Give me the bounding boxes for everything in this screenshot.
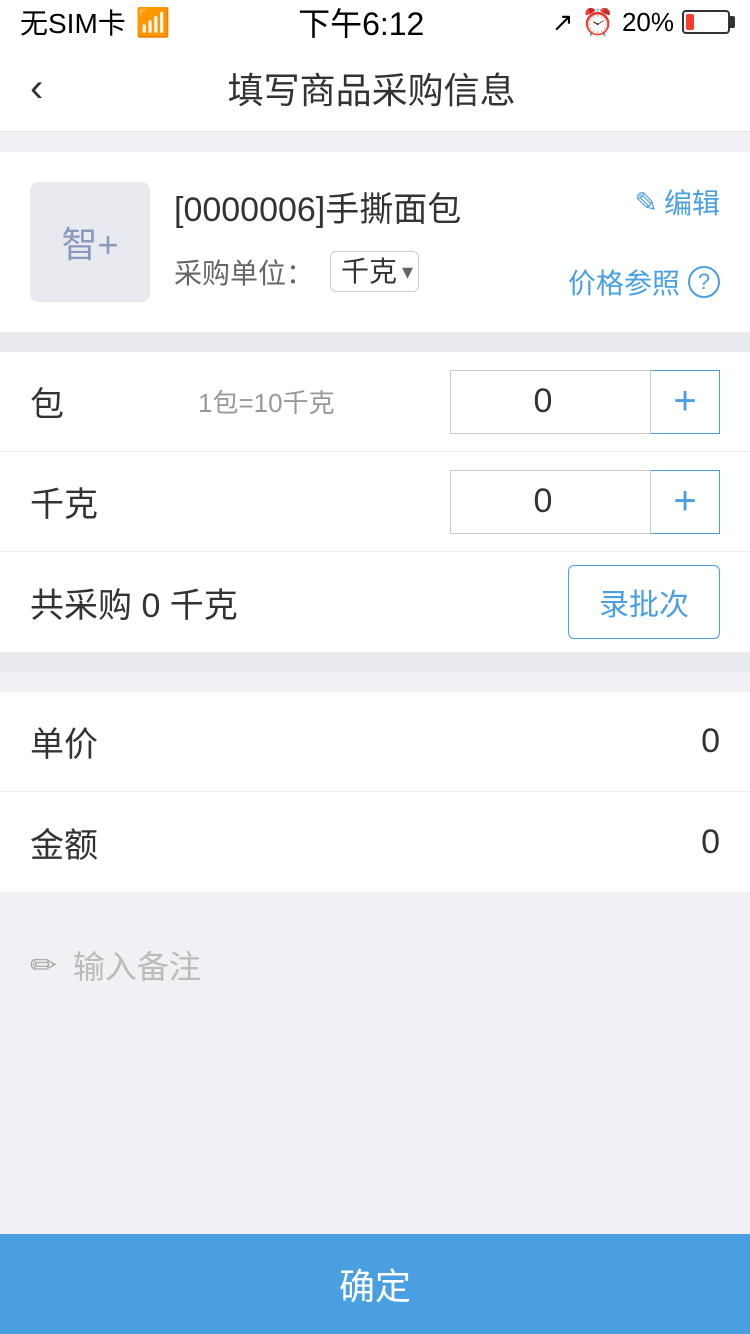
wifi-icon: 📶 [136,6,171,39]
product-image-text: 智+ [61,216,118,268]
package-sublabel: 1包=10千克 [198,383,335,420]
summary-row: 共采购 0 千克 录批次 [0,552,750,652]
alarm-icon: ⏰ [582,7,614,38]
carrier-label: 无SIM卡 [20,2,126,42]
package-row: 包 1包=10千克 + [0,352,750,452]
kilogram-quantity-box: + [450,470,720,534]
unit-price-row: 单价 0 [0,692,750,792]
unit-select-wrap[interactable]: 千克 [330,251,419,292]
batch-button[interactable]: 录批次 [568,565,720,639]
product-image: 智+ [30,182,150,302]
amount-row: 金额 0 [0,792,750,892]
status-right: ↗ ⏰ 20% [552,7,730,38]
unit-price-value: 0 [701,722,720,761]
back-button[interactable]: ‹ [30,68,43,108]
input-section: 包 1包=10千克 + 千克 + [0,352,750,552]
divider-2 [0,652,750,672]
package-quantity-box: + [450,370,720,434]
time-label: 下午6:12 [298,0,424,45]
unit-price-label: 单价 [30,717,701,766]
status-left: 无SIM卡 📶 [20,2,171,42]
confirm-label: 确定 [339,1258,411,1310]
divider-1 [0,332,750,352]
package-label: 包 [30,377,190,426]
kilogram-input[interactable] [450,470,650,534]
summary-text: 共采购 0 千克 [30,578,568,627]
amount-value: 0 [701,823,720,862]
amount-label: 金额 [30,818,701,867]
battery-icon [682,10,730,34]
notes-section[interactable]: ✏ 输入备注 [0,912,750,1018]
package-input[interactable] [450,370,650,434]
price-ref-button[interactable]: 价格参照 ? [568,262,720,302]
price-section: 单价 0 金额 0 [0,692,750,892]
product-card: 智+ [0000006]手撕面包 采购单位： 千克 ✎ 编辑 价格参照 ? [0,152,750,332]
edit-icon: ✎ [635,186,658,219]
kilogram-label: 千克 [30,477,190,526]
unit-label: 采购单位： [174,252,314,292]
notes-placeholder: 输入备注 [73,942,201,988]
package-plus-button[interactable]: + [650,370,720,434]
page-title: 填写商品采购信息 [63,62,680,114]
location-icon: ↗ [552,7,574,38]
status-bar: 无SIM卡 📶 下午6:12 ↗ ⏰ 20% [0,0,750,44]
nav-bar: ‹ 填写商品采购信息 [0,44,750,132]
notes-icon: ✏ [30,946,57,984]
kilogram-plus-button[interactable]: + [650,470,720,534]
edit-label: 编辑 [664,182,720,222]
battery-percent: 20% [622,7,674,38]
product-edit-button[interactable]: ✎ 编辑 [635,182,720,222]
kilogram-row: 千克 + [0,452,750,552]
confirm-button[interactable]: 确定 [0,1234,750,1334]
unit-select[interactable]: 千克 [330,251,419,292]
price-ref-label: 价格参照 [568,262,680,302]
help-icon: ? [688,266,720,298]
